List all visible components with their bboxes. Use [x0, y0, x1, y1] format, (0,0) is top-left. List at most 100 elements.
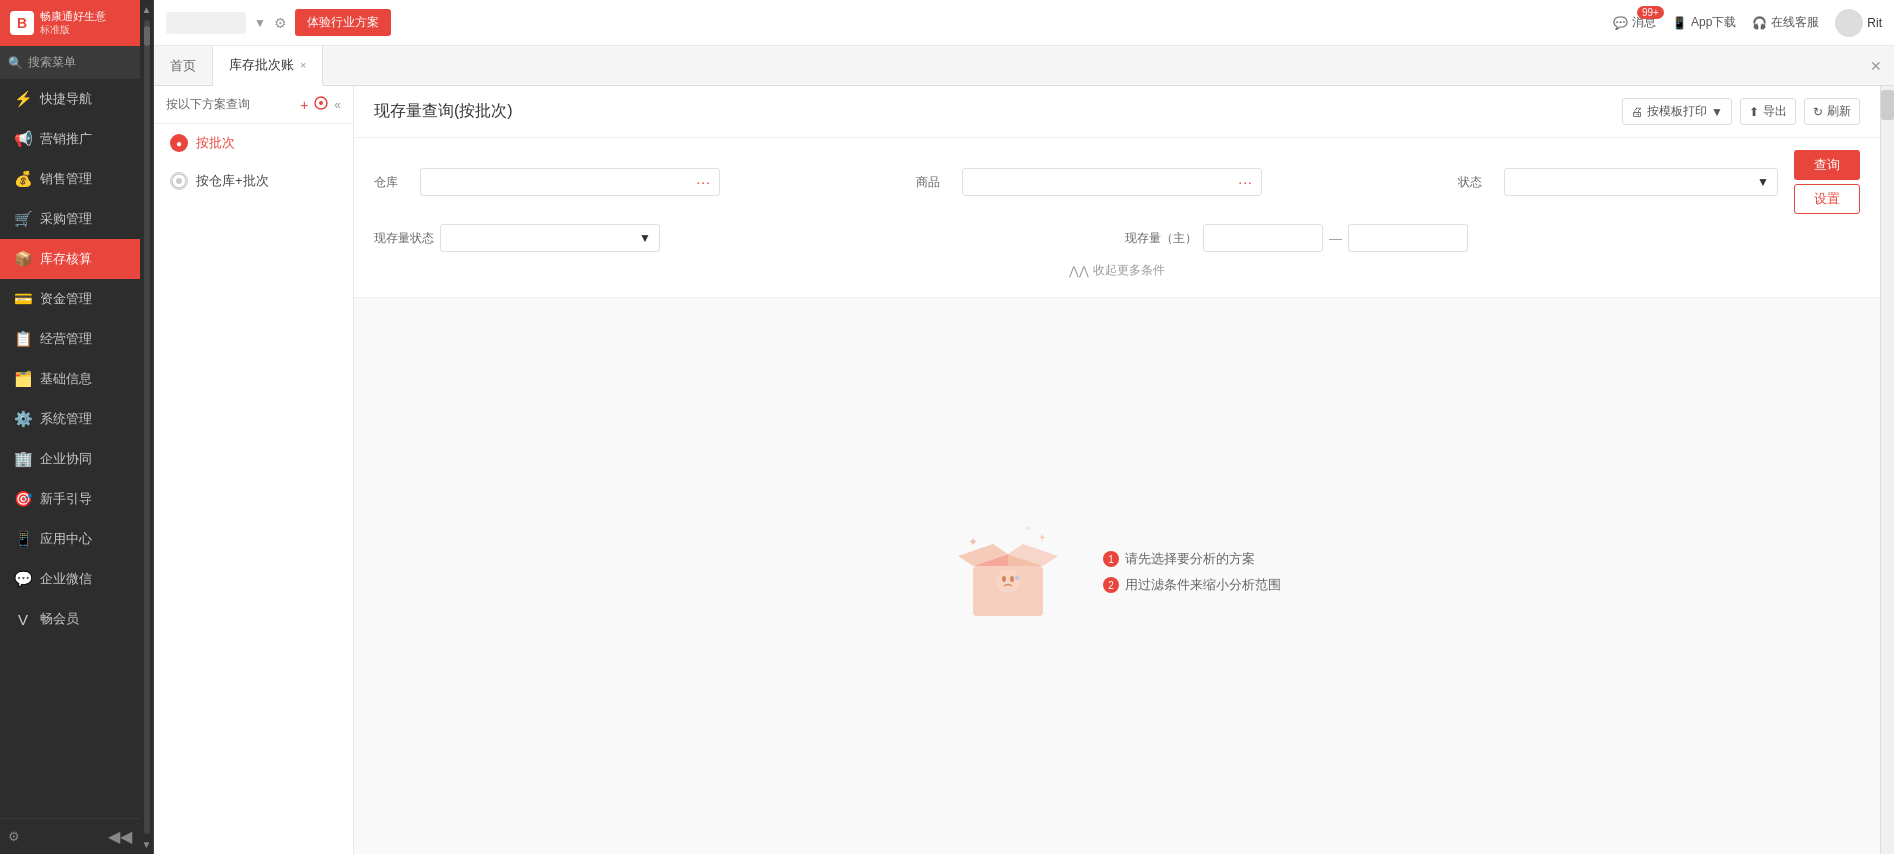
- right-scroll-handle[interactable]: [1881, 90, 1894, 120]
- export-button[interactable]: ⬆ 导出: [1740, 98, 1796, 125]
- sidebar-item-system[interactable]: ⚙️ 系统管理: [0, 399, 140, 439]
- sidebar-item-label: 基础信息: [40, 370, 92, 388]
- main-area: ▼ ⚙ 体验行业方案 💬 消息 99+ 📱 App下载 🎧 在线客服 Rit: [154, 0, 1894, 854]
- sidebar-item-label: 新手引导: [40, 490, 92, 508]
- topbar-dropdown-icon[interactable]: ▼: [254, 16, 266, 30]
- svg-point-1: [319, 101, 323, 105]
- product-input[interactable]: ···: [962, 168, 1262, 196]
- sidebar-item-label: 经营管理: [40, 330, 92, 348]
- username-label: Rit: [1867, 16, 1882, 30]
- empty-tips: 1 请先选择要分析的方案 2 用过滤条件来缩小分析范围: [1103, 550, 1281, 602]
- tab-inventory-batch[interactable]: 库存批次账 ×: [213, 46, 323, 86]
- sidebar-collapse-icon[interactable]: ◀◀: [108, 827, 132, 846]
- scroll-down-icon[interactable]: ▼: [140, 837, 154, 852]
- scroll-up-icon[interactable]: ▲: [140, 2, 154, 17]
- refresh-label: 刷新: [1827, 103, 1851, 120]
- filter-item-warehouse-batch[interactable]: 按仓库+批次: [154, 162, 353, 200]
- sidebar-item-label: 销售管理: [40, 170, 92, 188]
- warehouse-label: 仓库: [374, 174, 414, 191]
- user-avatar[interactable]: Rit: [1835, 9, 1882, 37]
- sidebar-item-purchase[interactable]: 🛒 采购管理: [0, 199, 140, 239]
- filter-item-batch[interactable]: ● 按批次: [154, 124, 353, 162]
- sidebar-item-inventory[interactable]: 📦 库存核算: [0, 239, 140, 279]
- collapse-conditions-button[interactable]: ⋀⋀ 收起更多条件: [374, 256, 1860, 285]
- messages-button[interactable]: 💬 消息 99+: [1613, 14, 1656, 31]
- sidebar-item-vip[interactable]: V 畅会员: [0, 599, 140, 639]
- export-icon: ⬆: [1749, 105, 1759, 119]
- operation-icon: 📋: [14, 330, 32, 348]
- guide-icon: 🎯: [14, 490, 32, 508]
- tabbar-close-button[interactable]: ✕: [1858, 58, 1894, 74]
- sidebar-item-quick-nav[interactable]: ⚡ 快捷导航: [0, 79, 140, 119]
- print-label: 按模板打印: [1647, 103, 1707, 120]
- sidebar-item-operation[interactable]: 📋 经营管理: [0, 319, 140, 359]
- brand-name: 畅康通好生意: [40, 9, 106, 23]
- scroll-track: [144, 20, 150, 834]
- filter-collapse-icon[interactable]: «: [334, 98, 341, 112]
- sidebar-scrollbar[interactable]: ▲ ▼: [140, 0, 154, 854]
- action-buttons: 查询 设置: [1794, 150, 1860, 214]
- topbar-right: 💬 消息 99+ 📱 App下载 🎧 在线客服 Rit: [1613, 9, 1882, 37]
- tip-1-text: 请先选择要分析的方案: [1125, 550, 1255, 568]
- status-select[interactable]: ▼: [1504, 168, 1778, 196]
- refresh-button[interactable]: ↻ 刷新: [1804, 98, 1860, 125]
- scroll-thumb[interactable]: [144, 26, 150, 46]
- sidebar-item-basic[interactable]: 🗂️ 基础信息: [0, 359, 140, 399]
- refresh-icon: ↻: [1813, 105, 1823, 119]
- search-icon: 🔍: [8, 56, 23, 70]
- app-download-button[interactable]: 📱 App下载: [1672, 14, 1736, 31]
- quantity-condition: 现存量（主） —: [1125, 224, 1860, 252]
- trial-button[interactable]: 体验行业方案: [295, 9, 391, 36]
- warehouse-input[interactable]: ···: [420, 168, 720, 196]
- query-button[interactable]: 查询: [1794, 150, 1860, 180]
- page-title: 现存量查询(按批次): [374, 101, 513, 122]
- tab-close-icon[interactable]: ×: [300, 59, 306, 71]
- sidebar-item-label: 企业微信: [40, 570, 92, 588]
- content-area: 按以下方案查询 + « ●: [154, 86, 1894, 854]
- filter-add-icon[interactable]: +: [300, 97, 308, 113]
- status-label: 状态: [1458, 174, 1498, 191]
- settings-footer-icon[interactable]: ⚙: [8, 829, 20, 844]
- tip-2-num: 2: [1103, 577, 1119, 593]
- sidebar-item-wechat[interactable]: 💬 企业微信: [0, 559, 140, 599]
- tip-1-num: 1: [1103, 551, 1119, 567]
- right-scrollbar[interactable]: [1880, 86, 1894, 854]
- product-label: 商品: [916, 174, 956, 191]
- online-service-button[interactable]: 🎧 在线客服: [1752, 14, 1819, 31]
- settings-button[interactable]: 设置: [1794, 184, 1860, 214]
- quantity-min-input[interactable]: [1203, 224, 1323, 252]
- online-service-label: 在线客服: [1771, 14, 1819, 31]
- warehouse-condition: 仓库 ···: [374, 168, 900, 196]
- svg-point-12: [1002, 576, 1006, 582]
- sidebar-item-app-center[interactable]: 📱 应用中心: [0, 519, 140, 559]
- vip-icon: V: [14, 611, 32, 628]
- sidebar-item-guide[interactable]: 🎯 新手引导: [0, 479, 140, 519]
- svg-point-14: [1015, 576, 1019, 580]
- sidebar-item-enterprise[interactable]: 🏢 企业协同: [0, 439, 140, 479]
- topbar-left: ▼ ⚙ 体验行业方案: [166, 9, 1603, 36]
- svg-text:✦: ✦: [1038, 532, 1046, 543]
- filter-item-label: 按批次: [196, 134, 235, 152]
- sidebar-item-label: 系统管理: [40, 410, 92, 428]
- inventory-status-select[interactable]: ▼: [440, 224, 660, 252]
- tab-home[interactable]: 首页: [154, 47, 213, 85]
- filter-settings-icon[interactable]: [314, 96, 328, 113]
- sidebar-item-marketing[interactable]: 📢 营销推广: [0, 119, 140, 159]
- tab-home-label: 首页: [170, 57, 196, 75]
- tip-item-2: 2 用过滤条件来缩小分析范围: [1103, 576, 1281, 594]
- sidebar-item-finance[interactable]: 💳 资金管理: [0, 279, 140, 319]
- filter-panel-header: 按以下方案查询 + «: [154, 86, 353, 124]
- inventory-status-condition: 现存量状态 ▼: [374, 224, 1109, 252]
- basic-icon: 🗂️: [14, 370, 32, 388]
- quantity-max-input[interactable]: [1348, 224, 1468, 252]
- topbar-gear-icon[interactable]: ⚙: [274, 15, 287, 31]
- sidebar-item-sales[interactable]: 💰 销售管理: [0, 159, 140, 199]
- sidebar-search[interactable]: 🔍 搜索菜单: [0, 46, 140, 79]
- message-icon: 💬: [1613, 16, 1628, 30]
- page-header: 现存量查询(按批次) 🖨 按模板打印 ▼ ⬆ 导出 ↻ 刷新: [354, 86, 1880, 138]
- filter-panel: 按以下方案查询 + « ●: [154, 86, 354, 854]
- sidebar-item-label: 畅会员: [40, 610, 79, 628]
- purchase-icon: 🛒: [14, 210, 32, 228]
- tabbar: 首页 库存批次账 × ✕: [154, 46, 1894, 86]
- print-button[interactable]: 🖨 按模板打印 ▼: [1622, 98, 1732, 125]
